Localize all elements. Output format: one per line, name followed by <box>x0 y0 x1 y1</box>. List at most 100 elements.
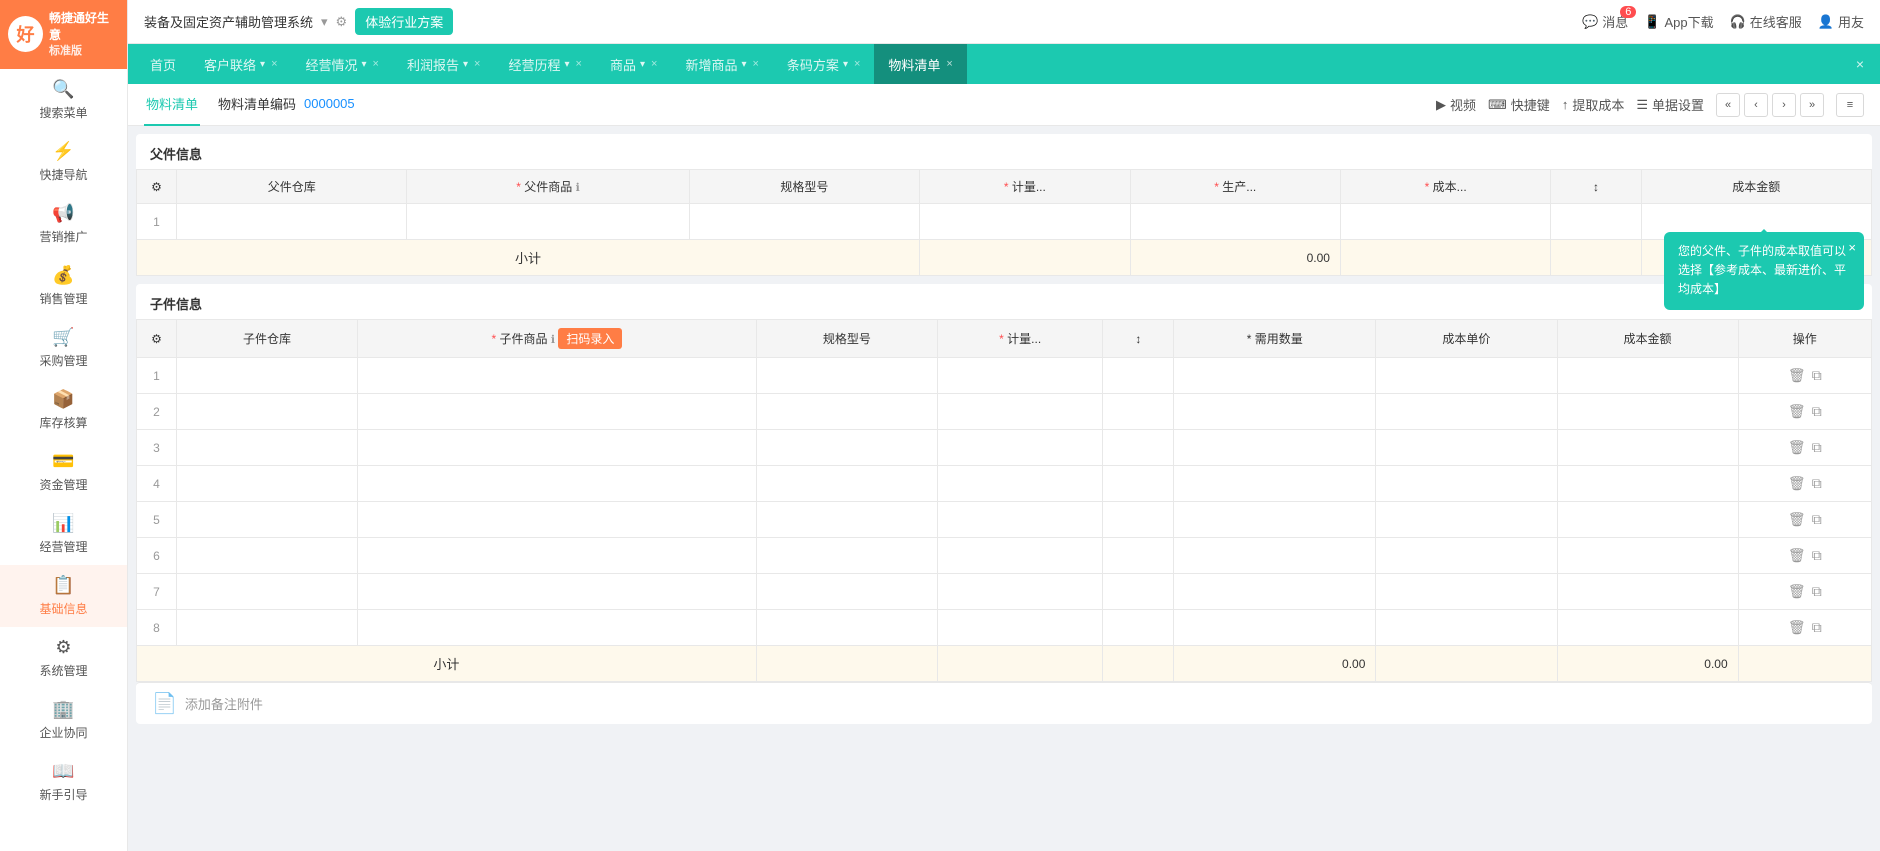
parent-spec-cell[interactable] <box>689 204 919 240</box>
sidebar-item-guide[interactable]: 📖 新手引导 <box>0 751 127 813</box>
settings-icon[interactable]: ⚙ <box>336 14 348 30</box>
sidebar-item-purchase[interactable]: 🛒 采购管理 <box>0 317 127 379</box>
parent-col-settings[interactable]: ⚙ <box>137 170 177 204</box>
parent-cost-cell[interactable] <box>1340 204 1550 240</box>
child-warehouse-cell[interactable] <box>177 466 358 502</box>
parent-unit-cell[interactable] <box>920 204 1130 240</box>
parent-warehouse-cell[interactable] <box>177 204 407 240</box>
sidebar-item-system[interactable]: ⚙ 系统管理 <box>0 627 127 689</box>
child-product-cell[interactable] <box>358 502 757 538</box>
single-setting-action[interactable]: ☰ 单据设置 <box>1636 95 1704 114</box>
tab-business[interactable]: 经营情况 ▾ × <box>292 44 393 84</box>
delete-icon[interactable]: 🗑 <box>1788 475 1806 492</box>
close-tab-icon[interactable]: × <box>651 58 657 70</box>
delete-icon[interactable]: 🗑 <box>1788 439 1806 456</box>
message-badge[interactable]: 💬 消息 6 <box>1582 12 1628 31</box>
child-spec-cell[interactable] <box>756 610 937 646</box>
child-quantity-cell[interactable] <box>1174 574 1376 610</box>
child-unit-cell[interactable] <box>937 430 1102 466</box>
sidebar-item-finance[interactable]: 💳 资金管理 <box>0 441 127 503</box>
tab-bom[interactable]: 物料清单 × <box>874 44 966 84</box>
extract-cost-action[interactable]: ↑ 提取成本 <box>1562 95 1625 114</box>
product-info-icon[interactable]: ℹ <box>576 182 580 194</box>
child-unit-cost-cell[interactable] <box>1376 430 1557 466</box>
close-tab-icon[interactable]: × <box>752 58 758 70</box>
copy-icon[interactable]: ⧉ <box>1812 475 1822 492</box>
tab-history[interactable]: 经营历程 ▾ × <box>494 44 595 84</box>
tab-new-product[interactable]: 新增商品 ▾ × <box>671 44 772 84</box>
sidebar-item-marketing[interactable]: 📢 营销推广 <box>0 193 127 255</box>
child-quantity-cell[interactable] <box>1174 466 1376 502</box>
delete-icon[interactable]: 🗑 <box>1788 367 1806 384</box>
child-quantity-cell[interactable] <box>1174 430 1376 466</box>
tooltip-close-button[interactable]: × <box>1848 238 1856 259</box>
child-unit-cost-cell[interactable] <box>1376 466 1557 502</box>
copy-icon[interactable]: ⧉ <box>1812 403 1822 420</box>
copy-icon[interactable]: ⧉ <box>1812 511 1822 528</box>
copy-icon[interactable]: ⧉ <box>1812 439 1822 456</box>
sidebar-item-enterprise[interactable]: 🏢 企业协同 <box>0 689 127 751</box>
dropdown-arrow[interactable]: ▾ <box>321 14 328 30</box>
sidebar-item-quick-nav[interactable]: ⚡ 快捷导航 <box>0 131 127 193</box>
user-menu[interactable]: 👤 用友 <box>1818 12 1864 31</box>
child-spec-cell[interactable] <box>756 394 937 430</box>
sub-tab-bom-code[interactable]: 物料清单编码 0000005 <box>216 84 357 126</box>
delete-icon[interactable]: 🗑 <box>1788 547 1806 564</box>
child-product-info-icon[interactable]: ℹ <box>551 334 555 346</box>
close-tab-icon[interactable]: × <box>474 58 480 70</box>
tab-barcode[interactable]: 条码方案 ▾ × <box>773 44 874 84</box>
copy-icon[interactable]: ⧉ <box>1812 367 1822 384</box>
child-quantity-cell[interactable] <box>1174 610 1376 646</box>
parent-prod-cell[interactable] <box>1130 204 1340 240</box>
last-page-arrow[interactable]: » <box>1800 93 1824 117</box>
view-action[interactable]: ▶ 视频 <box>1436 95 1476 114</box>
shortcut-action[interactable]: ⌨ 快捷键 <box>1488 95 1550 114</box>
online-service[interactable]: 🎧 在线客服 <box>1730 12 1802 31</box>
sidebar-item-sales[interactable]: 💰 销售管理 <box>0 255 127 317</box>
child-product-cell[interactable] <box>358 538 757 574</box>
child-unit-cost-cell[interactable] <box>1376 502 1557 538</box>
child-product-cell[interactable] <box>358 394 757 430</box>
sidebar-item-operation[interactable]: 📊 经营管理 <box>0 503 127 565</box>
close-tab-icon[interactable]: × <box>854 58 860 70</box>
child-cost-amount-cell[interactable] <box>1557 610 1738 646</box>
child-cost-amount-cell[interactable] <box>1557 538 1738 574</box>
delete-icon[interactable]: 🗑 <box>1788 511 1806 528</box>
tab-customer[interactable]: 客户联络 ▾ × <box>190 44 291 84</box>
child-spec-cell[interactable] <box>756 538 937 574</box>
child-spec-cell[interactable] <box>756 502 937 538</box>
child-product-cell[interactable] <box>358 358 757 394</box>
child-unit-cell[interactable] <box>937 358 1102 394</box>
child-cost-amount-cell[interactable] <box>1557 574 1738 610</box>
child-unit-cell[interactable] <box>937 574 1102 610</box>
delete-icon[interactable]: 🗑 <box>1788 403 1806 420</box>
prev-page-arrow[interactable]: ‹ <box>1744 93 1768 117</box>
child-cost-amount-cell[interactable] <box>1557 430 1738 466</box>
copy-icon[interactable]: ⧉ <box>1812 619 1822 636</box>
child-quantity-cell[interactable] <box>1174 358 1376 394</box>
child-spec-cell[interactable] <box>756 358 937 394</box>
grid-view-toggle[interactable]: ≡ <box>1836 93 1864 117</box>
sidebar-item-inventory[interactable]: 📦 库存核算 <box>0 379 127 441</box>
try-button[interactable]: 体验行业方案 <box>355 8 453 35</box>
next-page-arrow[interactable]: › <box>1772 93 1796 117</box>
app-download[interactable]: 📱 App下载 <box>1644 12 1713 31</box>
child-warehouse-cell[interactable] <box>177 502 358 538</box>
scan-button[interactable]: 扫码录入 <box>558 328 622 349</box>
child-cost-amount-cell[interactable] <box>1557 358 1738 394</box>
child-warehouse-cell[interactable] <box>177 574 358 610</box>
child-unit-cell[interactable] <box>937 466 1102 502</box>
child-cost-amount-cell[interactable] <box>1557 394 1738 430</box>
child-unit-cost-cell[interactable] <box>1376 394 1557 430</box>
parent-product-cell[interactable] <box>407 204 689 240</box>
child-product-cell[interactable] <box>358 466 757 502</box>
child-warehouse-cell[interactable] <box>177 430 358 466</box>
child-unit-cost-cell[interactable] <box>1376 358 1557 394</box>
sidebar-item-basic-info[interactable]: 📋 基础信息 <box>0 565 127 627</box>
child-cost-amount-cell[interactable] <box>1557 502 1738 538</box>
child-product-cell[interactable] <box>358 430 757 466</box>
child-warehouse-cell[interactable] <box>177 610 358 646</box>
child-unit-cell[interactable] <box>937 610 1102 646</box>
child-warehouse-cell[interactable] <box>177 394 358 430</box>
delete-icon[interactable]: 🗑 <box>1788 619 1806 636</box>
